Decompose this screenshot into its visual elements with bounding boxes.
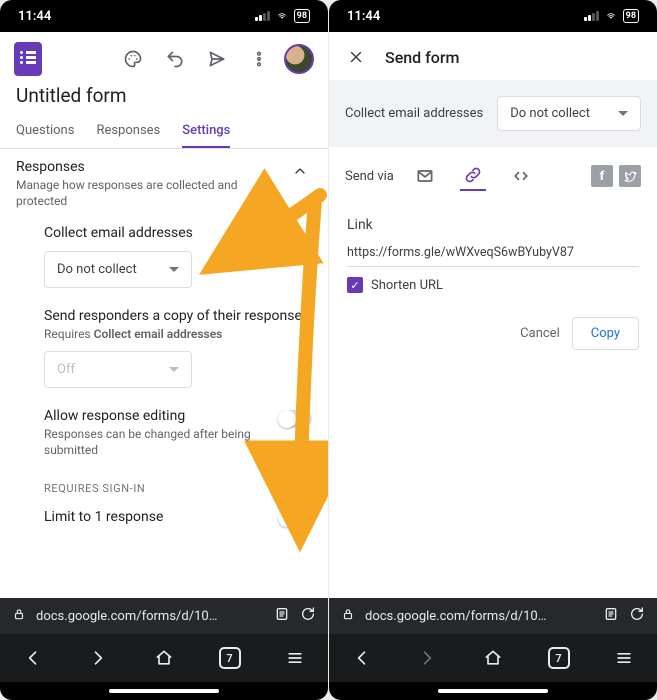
send-icon[interactable] [200, 42, 234, 76]
home-indicator [329, 682, 657, 700]
edit-label: Allow response editing [44, 408, 270, 424]
nav-back-icon[interactable] [344, 640, 380, 676]
home-indicator [0, 682, 328, 700]
section-subtitle: Manage how responses are collected and p… [16, 177, 288, 209]
sendcopy-select[interactable]: Off [44, 351, 192, 388]
signal-icon [584, 11, 599, 21]
phone-left: 11:44 98 Untitled form Questions Respons… [0, 0, 328, 700]
settings-panel: Responses Manage how responses are colle… [0, 149, 328, 598]
palette-icon[interactable] [116, 42, 150, 76]
limit-toggle[interactable] [278, 509, 312, 527]
edit-toggle[interactable] [278, 410, 312, 428]
undo-icon[interactable] [158, 42, 192, 76]
wifi-icon [275, 11, 289, 21]
tab-responses[interactable]: Responses [96, 115, 160, 148]
collect-select[interactable]: Do not collect [44, 251, 192, 288]
twitter-icon[interactable] [619, 165, 641, 187]
browser-chrome: docs.google.com/forms/d/10… 7 [0, 598, 328, 700]
browser-chrome: docs.google.com/forms/d/10… 7 [329, 598, 657, 700]
cancel-button[interactable]: Cancel [520, 326, 560, 341]
copy-button[interactable]: Copy [572, 317, 639, 350]
tab-questions[interactable]: Questions [16, 115, 74, 148]
collect-label: Collect email addresses [345, 106, 483, 121]
section-title: Responses [16, 159, 288, 175]
caret-down-icon [169, 367, 179, 372]
app-toolbar [0, 32, 328, 82]
nav-home-icon[interactable] [475, 640, 511, 676]
reader-icon[interactable] [603, 606, 619, 626]
status-time: 11:44 [18, 9, 51, 24]
nav-back-icon[interactable] [15, 640, 51, 676]
status-bar: 11:44 98 [329, 0, 657, 32]
lock-icon [12, 607, 26, 625]
avatar[interactable] [284, 44, 314, 74]
nav-tabs-icon[interactable]: 7 [541, 640, 577, 676]
lock-icon [341, 607, 355, 625]
status-bar: 11:44 98 [0, 0, 328, 32]
nav-menu-icon[interactable] [277, 640, 313, 676]
limit-label: Limit to 1 response [44, 509, 278, 525]
shorten-checkbox[interactable]: ✓ Shorten URL [347, 277, 639, 293]
nav-tabs-icon[interactable]: 7 [212, 640, 248, 676]
battery-icon: 98 [623, 9, 639, 23]
caret-down-icon [618, 111, 628, 116]
chevron-up-icon[interactable] [288, 159, 312, 183]
checkbox-checked-icon: ✓ [347, 277, 363, 293]
tab-settings[interactable]: Settings [182, 115, 230, 148]
collect-select[interactable]: Do not collect [497, 96, 641, 131]
address-text[interactable]: docs.google.com/forms/d/10… [365, 609, 593, 624]
nav-forward-icon[interactable] [80, 640, 116, 676]
close-icon[interactable] [345, 46, 367, 68]
sendcopy-label: Send responders a copy of their response [44, 308, 312, 324]
requires-heading: REQUIRES SIGN-IN [0, 464, 328, 499]
sendform-title: Send form [385, 48, 459, 67]
link-heading: Link [347, 217, 639, 233]
address-text[interactable]: docs.google.com/forms/d/10… [36, 609, 264, 624]
edit-sub: Responses can be changed after being sub… [44, 426, 270, 458]
wifi-icon [604, 11, 618, 21]
sendvia-link-icon[interactable] [460, 161, 486, 191]
forms-logo-icon [14, 42, 42, 76]
sendvia-label: Send via [345, 169, 394, 184]
nav-forward-icon [409, 640, 445, 676]
sendvia-email-icon[interactable] [412, 161, 438, 191]
status-time: 11:44 [347, 9, 380, 24]
phone-right: 11:44 98 Send form Collect email address… [329, 0, 657, 700]
more-icon[interactable] [242, 42, 276, 76]
form-title[interactable]: Untitled form [0, 82, 328, 115]
reader-icon[interactable] [274, 606, 290, 626]
nav-home-icon[interactable] [146, 640, 182, 676]
collect-label: Collect email addresses [44, 225, 312, 241]
reload-icon[interactable] [300, 606, 316, 626]
link-url[interactable]: https://forms.gle/wWXveqS6wBYubyV87 [347, 245, 639, 267]
tabs: Questions Responses Settings [0, 115, 328, 149]
sendvia-embed-icon[interactable] [508, 161, 534, 191]
caret-down-icon [169, 267, 179, 272]
battery-icon: 98 [294, 9, 310, 23]
sendcopy-sub: Requires Collect email addresses [44, 326, 312, 342]
nav-menu-icon[interactable] [606, 640, 642, 676]
signal-icon [255, 11, 270, 21]
facebook-icon[interactable]: f [591, 165, 613, 187]
reload-icon[interactable] [629, 606, 645, 626]
